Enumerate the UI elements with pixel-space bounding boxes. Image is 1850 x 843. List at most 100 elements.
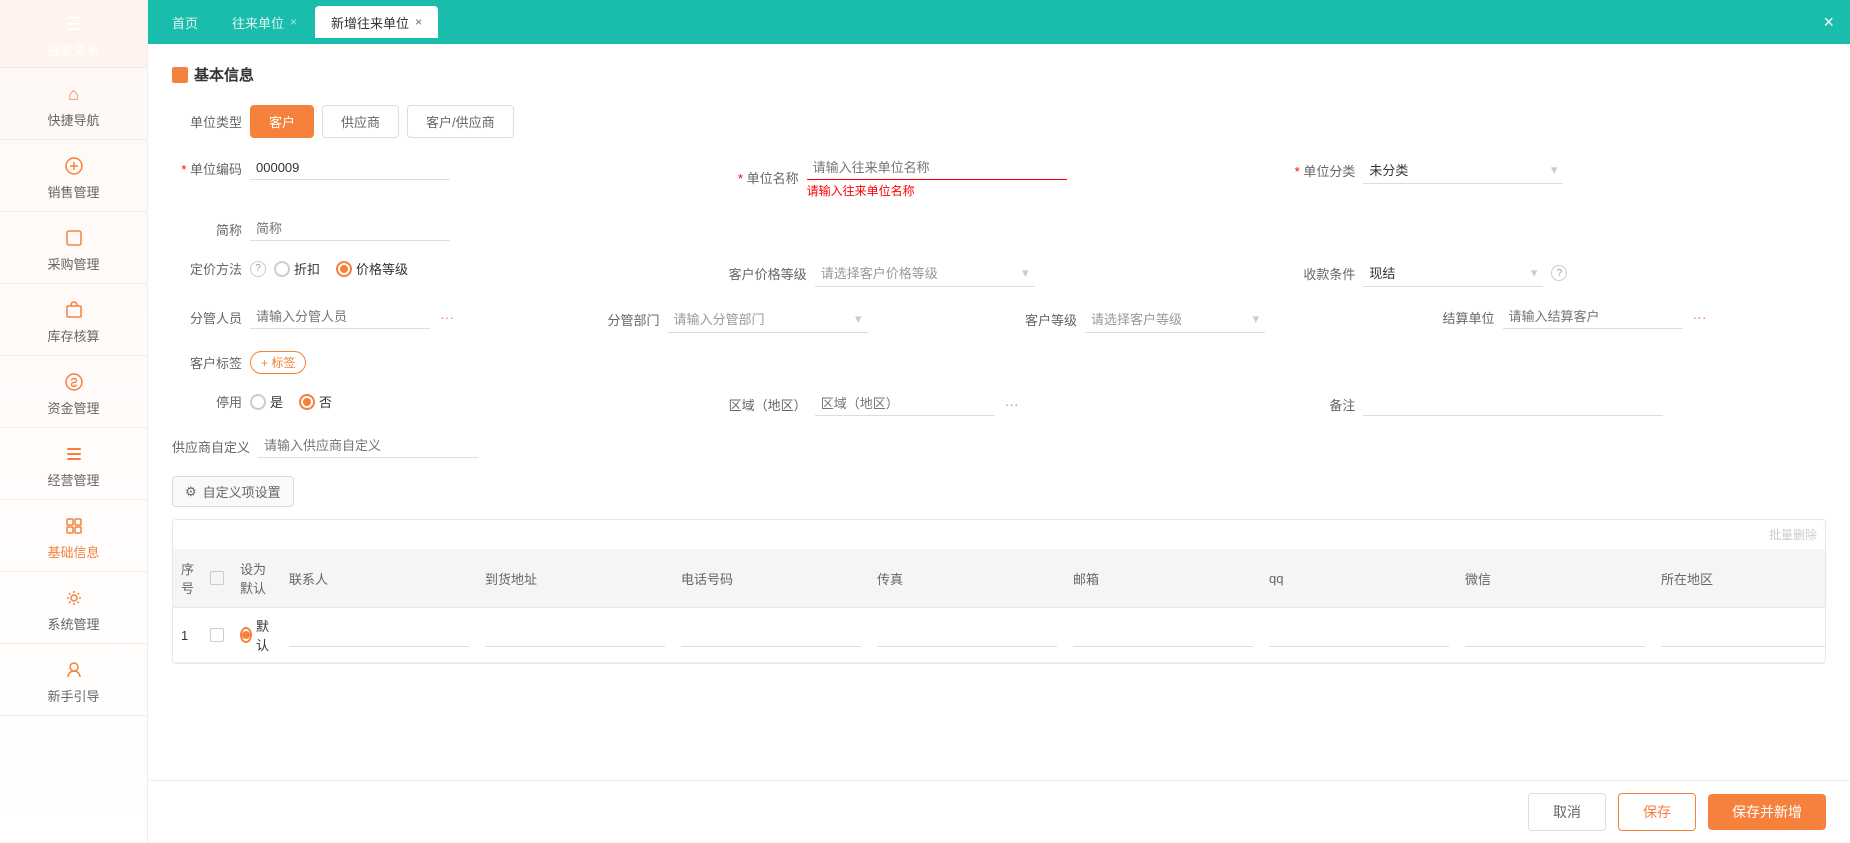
unit-btn-supplier[interactable]: 供应商 — [322, 105, 399, 138]
save-button[interactable]: 保存 — [1618, 793, 1696, 831]
supplier-custom-input[interactable] — [258, 434, 478, 458]
sidebar-item-system[interactable]: 系统管理 — [0, 572, 147, 644]
cancel-button[interactable]: 取消 — [1528, 793, 1606, 831]
customer-level-label: 客户等级 — [1007, 310, 1077, 329]
sidebar-item-quick-nav[interactable]: ⌂ 快捷导航 — [0, 68, 147, 140]
pricing-hint-icon[interactable]: ? — [250, 261, 266, 277]
radio-discount[interactable]: 折扣 — [274, 259, 320, 278]
pricing-method-group: 定价方法 ? 折扣 价格等级 — [172, 259, 713, 278]
radio-price-level[interactable]: 价格等级 — [336, 259, 408, 278]
contacts-table: 序号 设为默认 联系人 到货地址 电话号码 传真 邮箱 qq 微信 所在地区 操… — [173, 549, 1826, 663]
sidebar-item-basics[interactable]: 基础信息 — [0, 500, 147, 572]
row-seq: 1 — [173, 608, 202, 663]
row-contact-input[interactable] — [289, 623, 469, 647]
unit-btn-customer[interactable]: 客户 — [250, 105, 314, 138]
manager-input[interactable] — [250, 305, 430, 329]
select-all-checkbox[interactable] — [210, 571, 224, 585]
payment-hint-icon[interactable]: ? — [1551, 265, 1567, 281]
code-name-category-row: 单位编码 单位名称 请输入往来单位名称 单位分类 未分类 ▾ — [172, 156, 1826, 199]
row-default-cell: 默认 — [232, 608, 281, 663]
unit-code-label: 单位编码 — [172, 159, 242, 178]
unit-btn-both[interactable]: 客户/供应商 — [407, 105, 514, 138]
window-close-button[interactable]: × — [1815, 12, 1842, 33]
customer-price-level-label: 客户价格等级 — [729, 264, 807, 283]
customer-level-select[interactable]: 请选择客户等级 ▾ — [1085, 305, 1265, 333]
radio-circle-no — [299, 394, 315, 410]
sidebar-item-label: 采购管理 — [47, 254, 99, 273]
tab-new-partner[interactable]: 新增往来单位 × — [315, 6, 438, 38]
sidebar-item-finance[interactable]: 资金管理 — [0, 356, 147, 428]
sidebar-item-newbie[interactable]: 新手引导 — [0, 644, 147, 716]
purchase-icon — [62, 226, 86, 250]
unit-category-select[interactable]: 未分类 ▾ — [1363, 156, 1563, 184]
sidebar-item-sales[interactable]: 销售管理 — [0, 140, 147, 212]
sidebar-item-search[interactable]: ☰ 搜索菜单 — [0, 0, 147, 68]
save-new-button[interactable]: 保存并新增 — [1708, 794, 1826, 830]
sidebar-item-label: 系统管理 — [47, 614, 99, 633]
sidebar-item-inventory[interactable]: 库存核算 — [0, 284, 147, 356]
batch-delete-btn[interactable]: 批量删除 — [1769, 526, 1817, 543]
sidebar-item-label: 资金管理 — [47, 398, 99, 417]
row-address — [477, 608, 673, 663]
chevron-down-icon: ▾ — [1252, 311, 1259, 327]
payment-terms-group: 收款条件 现结 ▾ ? — [1285, 259, 1826, 287]
customer-price-level-select[interactable]: 请选择客户价格等级 ▾ — [815, 259, 1035, 287]
row-region-input[interactable] — [1661, 623, 1826, 647]
row-address-input[interactable] — [485, 623, 665, 647]
sidebar-item-purchase[interactable]: 采购管理 — [0, 212, 147, 284]
unit-name-input[interactable] — [807, 156, 1067, 180]
row-default-radio[interactable]: 默认 — [240, 616, 273, 654]
col-wechat: 微信 — [1457, 549, 1653, 608]
col-region: 所在地区 — [1653, 549, 1826, 608]
row-qq-input[interactable] — [1269, 623, 1449, 647]
tab-partners-close[interactable]: × — [290, 15, 297, 29]
col-qq: qq — [1261, 549, 1457, 608]
manager-more-btn[interactable]: ··· — [438, 309, 456, 325]
disable-radio-group: 是 否 — [250, 392, 332, 411]
unit-code-group: 单位编码 — [172, 156, 713, 180]
custom-settings-button[interactable]: ⚙ 自定义项设置 — [172, 476, 294, 507]
tags-group: 客户标签 + 标签 — [172, 351, 1826, 374]
tab-home[interactable]: 首页 — [156, 6, 214, 38]
short-name-label: 简称 — [172, 220, 242, 239]
row-email — [1065, 608, 1261, 663]
row-email-input[interactable] — [1073, 623, 1253, 647]
row-fax-input[interactable] — [877, 623, 1057, 647]
region-input[interactable] — [815, 392, 995, 416]
sidebar-item-operations[interactable]: 经营管理 — [0, 428, 147, 500]
add-tag-button[interactable]: + 标签 — [250, 351, 306, 374]
settlement-more-btn[interactable]: ··· — [1691, 309, 1709, 325]
payment-terms-select[interactable]: 现结 ▾ — [1363, 259, 1543, 287]
pricing-method-label: 定价方法 — [172, 259, 242, 278]
row-region — [1653, 608, 1826, 663]
department-group: 分管部门 请输入分管部门 ▾ — [590, 305, 992, 333]
radio-circle-discount — [274, 261, 290, 277]
row-phone-input[interactable] — [681, 623, 861, 647]
settlement-unit-group: 结算单位 ··· — [1425, 305, 1827, 329]
remark-input[interactable] — [1363, 392, 1663, 416]
section-title: 基本信息 — [194, 64, 254, 85]
radio-disable-no[interactable]: 否 — [299, 392, 332, 411]
sidebar-item-label: 搜索菜单 — [47, 40, 99, 59]
department-select[interactable]: 请输入分管部门 ▾ — [668, 305, 868, 333]
section-icon — [172, 67, 188, 83]
region-more-btn[interactable]: ··· — [1003, 396, 1021, 412]
table-toolbar: 批量删除 — [173, 520, 1825, 549]
row-wechat-input[interactable] — [1465, 623, 1645, 647]
tab-new-partner-close[interactable]: × — [415, 15, 422, 29]
row-checkbox[interactable] — [210, 628, 224, 642]
radio-disable-yes[interactable]: 是 — [250, 392, 283, 411]
remark-label: 备注 — [1285, 395, 1355, 414]
short-name-input[interactable] — [250, 217, 450, 241]
tab-partners[interactable]: 往来单位 × — [216, 6, 313, 38]
disable-label: 停用 — [172, 392, 242, 411]
home-icon: ⌂ — [62, 82, 86, 106]
table-header-row: 序号 设为默认 联系人 到货地址 电话号码 传真 邮箱 qq 微信 所在地区 操… — [173, 549, 1826, 608]
settlement-unit-input[interactable] — [1503, 305, 1683, 329]
row-default-circle — [240, 627, 252, 643]
manager-label: 分管人员 — [172, 308, 242, 327]
sidebar-item-label: 快捷导航 — [47, 110, 99, 129]
col-contact: 联系人 — [281, 549, 477, 608]
unit-code-input[interactable] — [250, 156, 450, 180]
unit-category-label: 单位分类 — [1285, 161, 1355, 180]
